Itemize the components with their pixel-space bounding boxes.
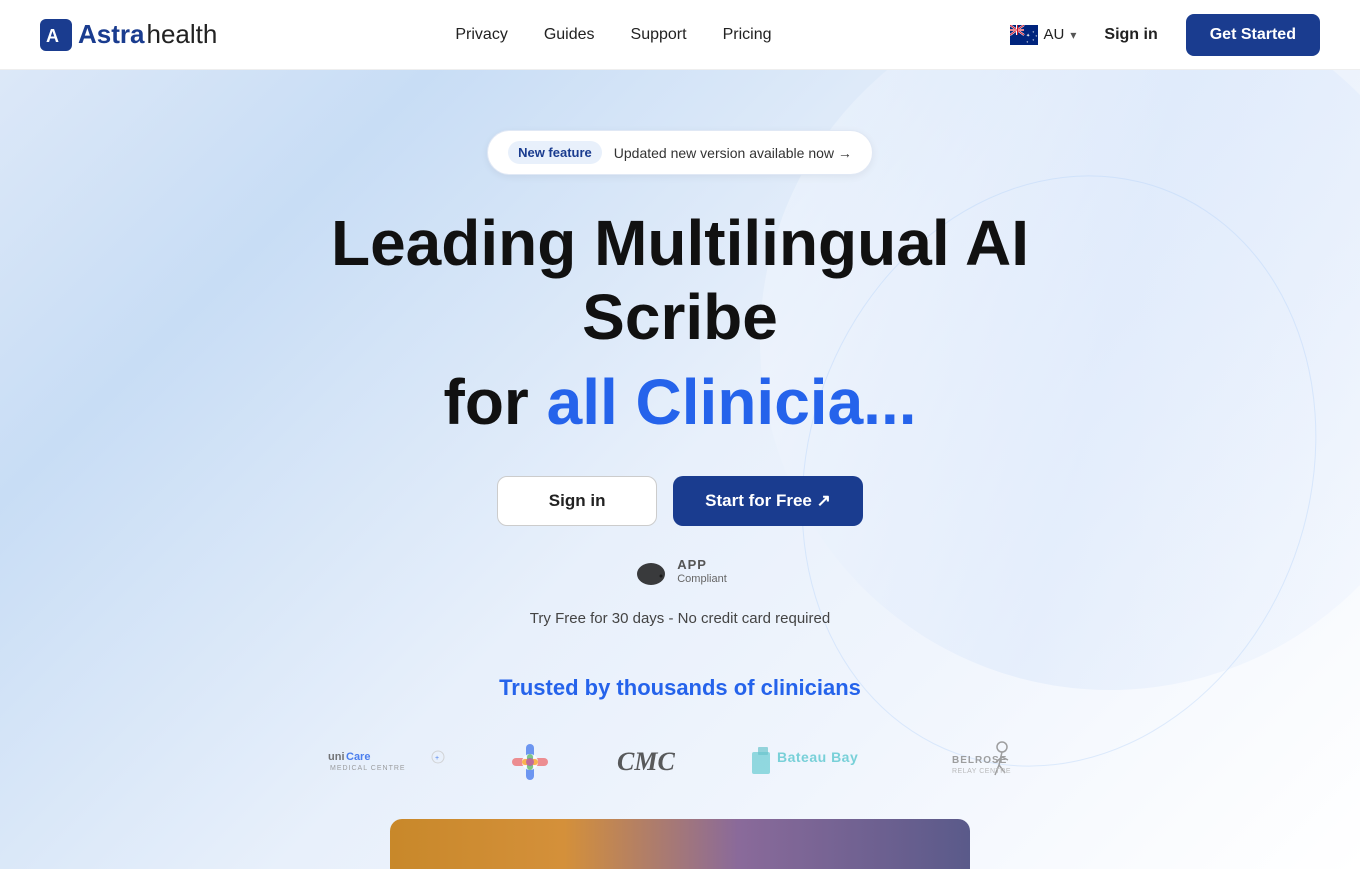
app-sublabel: Compliant [677, 573, 727, 586]
logo-belrose: BELROSE RELAY CENTRE [952, 737, 1032, 787]
svg-text:CMC: CMC [617, 747, 675, 776]
get-started-button[interactable]: Get Started [1186, 14, 1320, 56]
belrose-logo-icon: BELROSE RELAY CENTRE [952, 737, 1032, 787]
region-label: AU [1044, 26, 1065, 43]
logo-medcross [508, 740, 552, 784]
logo-cmc: CMC [612, 742, 692, 782]
bottom-image-strip [390, 819, 970, 869]
logo-link[interactable]: A Astrahealth [40, 19, 217, 51]
hero-title-line1: Leading Multilingual AI Scribe [280, 207, 1080, 354]
svg-text:uni: uni [328, 751, 345, 763]
hero-title-line2: for all Clinicia... [444, 366, 917, 440]
trusted-title: Trusted by thousands of clinicians [499, 675, 861, 701]
badge-link-text: Updated new version available now → [614, 145, 852, 161]
logos-row: uni Care MEDICAL CENTRE + CMC [0, 737, 1360, 787]
au-flag-icon: ✦ ✦ ✦ ✦ ✦ [1010, 25, 1038, 45]
app-compliant-badge: APP Compliant [633, 554, 727, 590]
nav-right: ✦ ✦ ✦ ✦ ✦ AU ▾ Sign in Get Started [1010, 14, 1320, 56]
nav-support[interactable]: Support [631, 26, 687, 43]
svg-text:BELROSE: BELROSE [952, 755, 1007, 766]
hero-section: New feature Updated new version availabl… [0, 70, 1360, 869]
unicare-logo-icon: uni Care MEDICAL CENTRE + [328, 742, 448, 782]
hero-start-button[interactable]: Start for Free ↗ [673, 476, 863, 526]
hero-cta: Sign in Start for Free ↗ [497, 476, 863, 526]
badge-new-label: New feature [508, 141, 602, 164]
svg-text:A: A [46, 26, 59, 46]
logo-health: health [146, 19, 217, 50]
cmc-logo-icon: CMC [612, 742, 692, 782]
hero-title-for: for [444, 366, 547, 438]
svg-text:MEDICAL CENTRE: MEDICAL CENTRE [330, 765, 406, 772]
badge-link[interactable]: Updated new version available now → [614, 145, 852, 161]
medcross-logo-icon [508, 740, 552, 784]
app-compliant-text: APP Compliant [677, 557, 727, 586]
signin-button[interactable]: Sign in [1092, 18, 1169, 52]
nav-privacy[interactable]: Privacy [455, 26, 507, 43]
feature-badge[interactable]: New feature Updated new version availabl… [487, 130, 873, 175]
bateaubay-logo-icon: Bateau Bay [752, 737, 892, 787]
logo-bateaubay: Bateau Bay [752, 737, 892, 787]
svg-text:Care: Care [346, 751, 370, 763]
hero-signin-button[interactable]: Sign in [497, 476, 657, 526]
svg-text:✦: ✦ [1026, 33, 1030, 39]
logo-icon: A [40, 19, 72, 51]
australia-icon [633, 554, 669, 590]
nav-pricing[interactable]: Pricing [723, 26, 772, 43]
nav-links: Privacy Guides Support Pricing [455, 26, 771, 44]
nav-guides[interactable]: Guides [544, 26, 595, 43]
app-label: APP [677, 557, 727, 573]
try-free-text: Try Free for 30 days - No credit card re… [530, 610, 830, 627]
logo-astra: Astra [78, 19, 144, 50]
region-selector[interactable]: ✦ ✦ ✦ ✦ ✦ AU ▾ [1010, 25, 1077, 45]
svg-text:+: + [435, 755, 439, 762]
logo-unicare: uni Care MEDICAL CENTRE + [328, 742, 448, 782]
hero-title-blue: all Clinicia... [547, 366, 917, 438]
navbar: A Astrahealth Privacy Guides Support Pri… [0, 0, 1360, 70]
chevron-down-icon: ▾ [1070, 28, 1076, 42]
svg-text:Bateau Bay: Bateau Bay [777, 749, 858, 765]
svg-text:RELAY CENTRE: RELAY CENTRE [952, 768, 1011, 775]
